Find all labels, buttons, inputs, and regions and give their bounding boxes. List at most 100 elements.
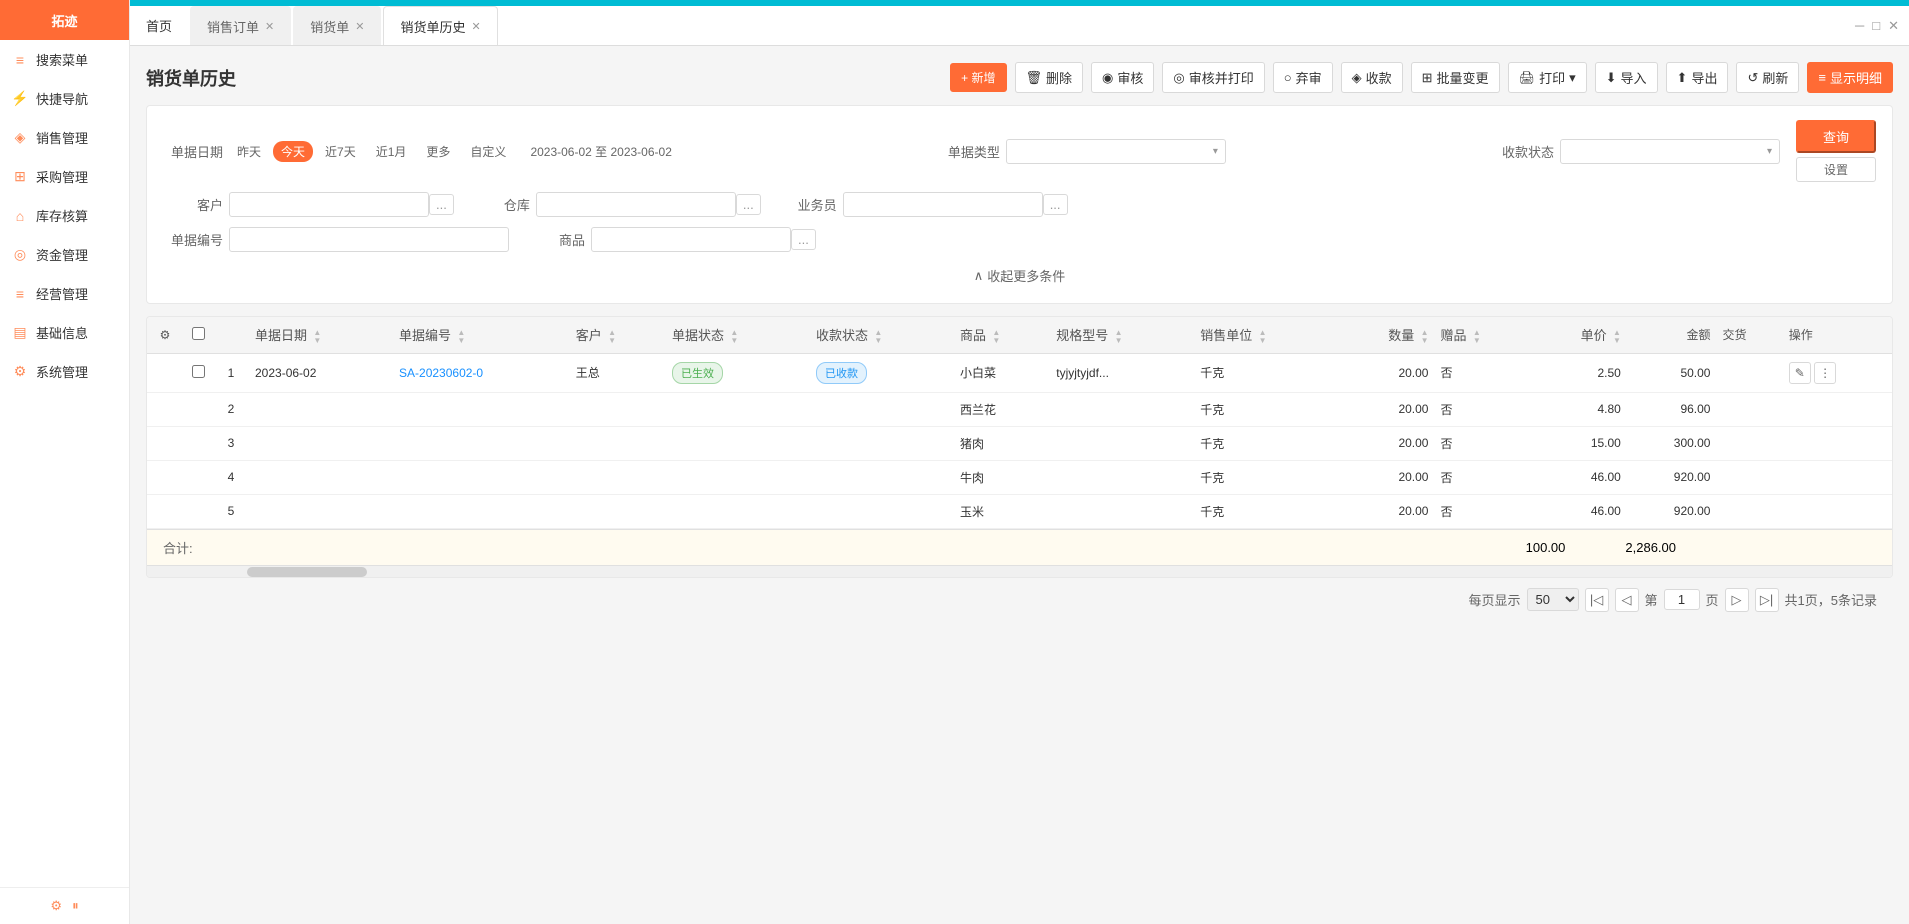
tab-sales-history[interactable]: 销货单历史 ✕ bbox=[383, 6, 497, 45]
payment-status-select[interactable] bbox=[1560, 139, 1780, 164]
salesperson-input[interactable] bbox=[843, 192, 1043, 217]
sort-doc-status: ▲▼ bbox=[730, 329, 738, 345]
cell-customer-2 bbox=[570, 392, 666, 426]
sidebar-item-system-mgmt[interactable]: ⚙ 系统管理 bbox=[0, 352, 129, 391]
print-button[interactable]: 🖨 打印 ▾ bbox=[1508, 62, 1587, 93]
pagination: 每页显示 50 20 100 |◁ ◁ 第 页 ▷ ▷| 共1页，5条记录 bbox=[146, 578, 1893, 622]
setting-button[interactable]: 设置 bbox=[1796, 157, 1876, 182]
col-unit[interactable]: 销售单位 ▲▼ bbox=[1194, 317, 1338, 353]
select-all-checkbox[interactable] bbox=[192, 327, 205, 340]
show-detail-button[interactable]: ≡ 显示明细 bbox=[1807, 62, 1893, 93]
col-product[interactable]: 商品 ▲▼ bbox=[954, 317, 1050, 353]
page-next-btn[interactable]: ▷ bbox=[1725, 588, 1749, 612]
customer-ellipsis[interactable]: ... bbox=[429, 194, 454, 215]
cell-unit-price-2: 4.80 bbox=[1531, 392, 1627, 426]
date-today[interactable]: 今天 bbox=[273, 141, 313, 162]
date-month[interactable]: 近1月 bbox=[368, 141, 415, 162]
payment-status-badge-1: 已收款 bbox=[816, 362, 867, 384]
sidebar-bottom-icon1[interactable]: ⚙ bbox=[50, 898, 62, 914]
date-custom[interactable]: 自定义 bbox=[462, 141, 514, 162]
delete-button[interactable]: 🗑 删除 bbox=[1015, 62, 1084, 93]
edit-btn-1[interactable]: ✎ bbox=[1789, 362, 1811, 384]
page-input[interactable] bbox=[1664, 589, 1700, 610]
window-maximize[interactable]: □ bbox=[1872, 18, 1880, 33]
col-doc-status[interactable]: 单据状态 ▲▼ bbox=[666, 317, 810, 353]
cell-check-1 bbox=[183, 353, 213, 392]
warehouse-input[interactable] bbox=[536, 192, 736, 217]
sidebar-item-purchase-mgmt[interactable]: ⊞ 采购管理 bbox=[0, 157, 129, 196]
tab-sales-order-close[interactable]: ✕ bbox=[265, 20, 274, 33]
date-yesterday[interactable]: 昨天 bbox=[229, 141, 269, 162]
tab-sales-order[interactable]: 销售订单 ✕ bbox=[190, 6, 291, 45]
new-button[interactable]: + 新增 bbox=[950, 63, 1006, 92]
cell-unit-price-1: 2.50 bbox=[1531, 353, 1627, 392]
tab-home[interactable]: 首页 bbox=[130, 6, 188, 45]
review-button[interactable]: ◉ 审核 bbox=[1091, 62, 1154, 93]
window-close[interactable]: ✕ bbox=[1888, 18, 1899, 34]
warehouse-ellipsis[interactable]: ... bbox=[736, 194, 761, 215]
col-quantity[interactable]: 数量 ▲▼ bbox=[1338, 317, 1434, 353]
sidebar-item-search-menu[interactable]: ≡ 搜索菜单 bbox=[0, 40, 129, 79]
basic-info-icon: ▤ bbox=[12, 325, 28, 341]
sidebar-item-finance[interactable]: ◎ 资金管理 bbox=[0, 235, 129, 274]
batch-change-button[interactable]: ⊞ 批量变更 bbox=[1411, 62, 1500, 93]
row-1-checkbox[interactable] bbox=[192, 365, 205, 378]
sidebar-item-sales-mgmt[interactable]: ◈ 销售管理 bbox=[0, 118, 129, 157]
collect-button[interactable]: ◈ 收款 bbox=[1341, 62, 1403, 93]
date-more[interactable]: 更多 bbox=[418, 141, 458, 162]
tab-sales-delivery[interactable]: 销货单 ✕ bbox=[293, 6, 381, 45]
date-7days[interactable]: 近7天 bbox=[317, 141, 364, 162]
col-settings[interactable]: ⚙ bbox=[147, 317, 183, 353]
abandon-button[interactable]: ○ 弃审 bbox=[1273, 62, 1333, 93]
page-prev-btn[interactable]: ◁ bbox=[1615, 588, 1639, 612]
import-button[interactable]: ⬇ 导入 bbox=[1595, 62, 1658, 93]
collapse-btn[interactable]: ∧ 收起更多条件 bbox=[163, 262, 1876, 289]
cell-gift-1: 否 bbox=[1434, 353, 1530, 392]
window-minimize[interactable]: ─ bbox=[1855, 18, 1864, 33]
payment-status-select-wrap: ▾ bbox=[1560, 139, 1780, 164]
cell-amount-2: 96.00 bbox=[1627, 392, 1717, 426]
horizontal-scrollbar[interactable] bbox=[147, 565, 1892, 577]
refresh-button[interactable]: ↺ 刷新 bbox=[1736, 62, 1799, 93]
print-icon: 🖨 bbox=[1519, 70, 1536, 86]
col-doc-number[interactable]: 单据编号 ▲▼ bbox=[393, 317, 570, 353]
review-print-button[interactable]: ◎ 审核并打印 bbox=[1162, 62, 1264, 93]
cell-transaction-4 bbox=[1716, 460, 1782, 494]
sidebar-item-operations[interactable]: ≡ 经营管理 bbox=[0, 274, 129, 313]
cell-check-2 bbox=[183, 392, 213, 426]
col-payment-status[interactable]: 收款状态 ▲▼ bbox=[810, 317, 954, 353]
inventory-icon: ⌂ bbox=[12, 208, 28, 224]
col-unit-price[interactable]: 单价 ▲▼ bbox=[1531, 317, 1627, 353]
cell-num-5: 5 bbox=[213, 494, 249, 528]
cell-doc-number-1[interactable]: SA-20230602-0 bbox=[393, 353, 570, 392]
batch-change-icon: ⊞ bbox=[1422, 70, 1433, 86]
more-btn-1[interactable]: ⋮ bbox=[1814, 362, 1836, 384]
page-last-btn[interactable]: ▷| bbox=[1755, 588, 1779, 612]
tab-sales-history-close[interactable]: ✕ bbox=[472, 20, 481, 33]
query-button[interactable]: 查询 bbox=[1796, 120, 1876, 153]
page-size-select[interactable]: 50 20 100 bbox=[1527, 588, 1579, 611]
sidebar-item-quick-nav[interactable]: ⚡ 快捷导航 bbox=[0, 79, 129, 118]
col-customer[interactable]: 客户 ▲▼ bbox=[570, 317, 666, 353]
doc-type-select[interactable] bbox=[1006, 139, 1226, 164]
product-ellipsis[interactable]: ... bbox=[791, 229, 816, 250]
customer-input[interactable] bbox=[229, 192, 429, 217]
col-doc-date[interactable]: 单据日期 ▲▼ bbox=[249, 317, 393, 353]
filter-salesperson: 业务员 ... bbox=[777, 192, 1068, 217]
col-gift[interactable]: 赠品 ▲▼ bbox=[1434, 317, 1530, 353]
salesperson-ellipsis[interactable]: ... bbox=[1043, 194, 1068, 215]
product-input[interactable] bbox=[591, 227, 791, 252]
payment-status-label: 收款状态 bbox=[1494, 142, 1554, 161]
doc-number-input[interactable] bbox=[229, 227, 509, 252]
doc-type-select-wrap: ▾ bbox=[1006, 139, 1226, 164]
sidebar-item-basic-info[interactable]: ▤ 基础信息 bbox=[0, 313, 129, 352]
system-icon: ⚙ bbox=[12, 364, 28, 380]
cell-doc-number-3 bbox=[393, 426, 570, 460]
col-spec[interactable]: 规格型号 ▲▼ bbox=[1050, 317, 1194, 353]
page-first-btn[interactable]: |◁ bbox=[1585, 588, 1609, 612]
tab-sales-delivery-close[interactable]: ✕ bbox=[355, 20, 364, 33]
sidebar-item-inventory[interactable]: ⌂ 库存核算 bbox=[0, 196, 129, 235]
export-button[interactable]: ⬆ 导出 bbox=[1666, 62, 1729, 93]
sidebar-bottom-icon2[interactable]: ⏸ bbox=[72, 898, 79, 914]
cell-doc-date-1: 2023-06-02 bbox=[249, 353, 393, 392]
